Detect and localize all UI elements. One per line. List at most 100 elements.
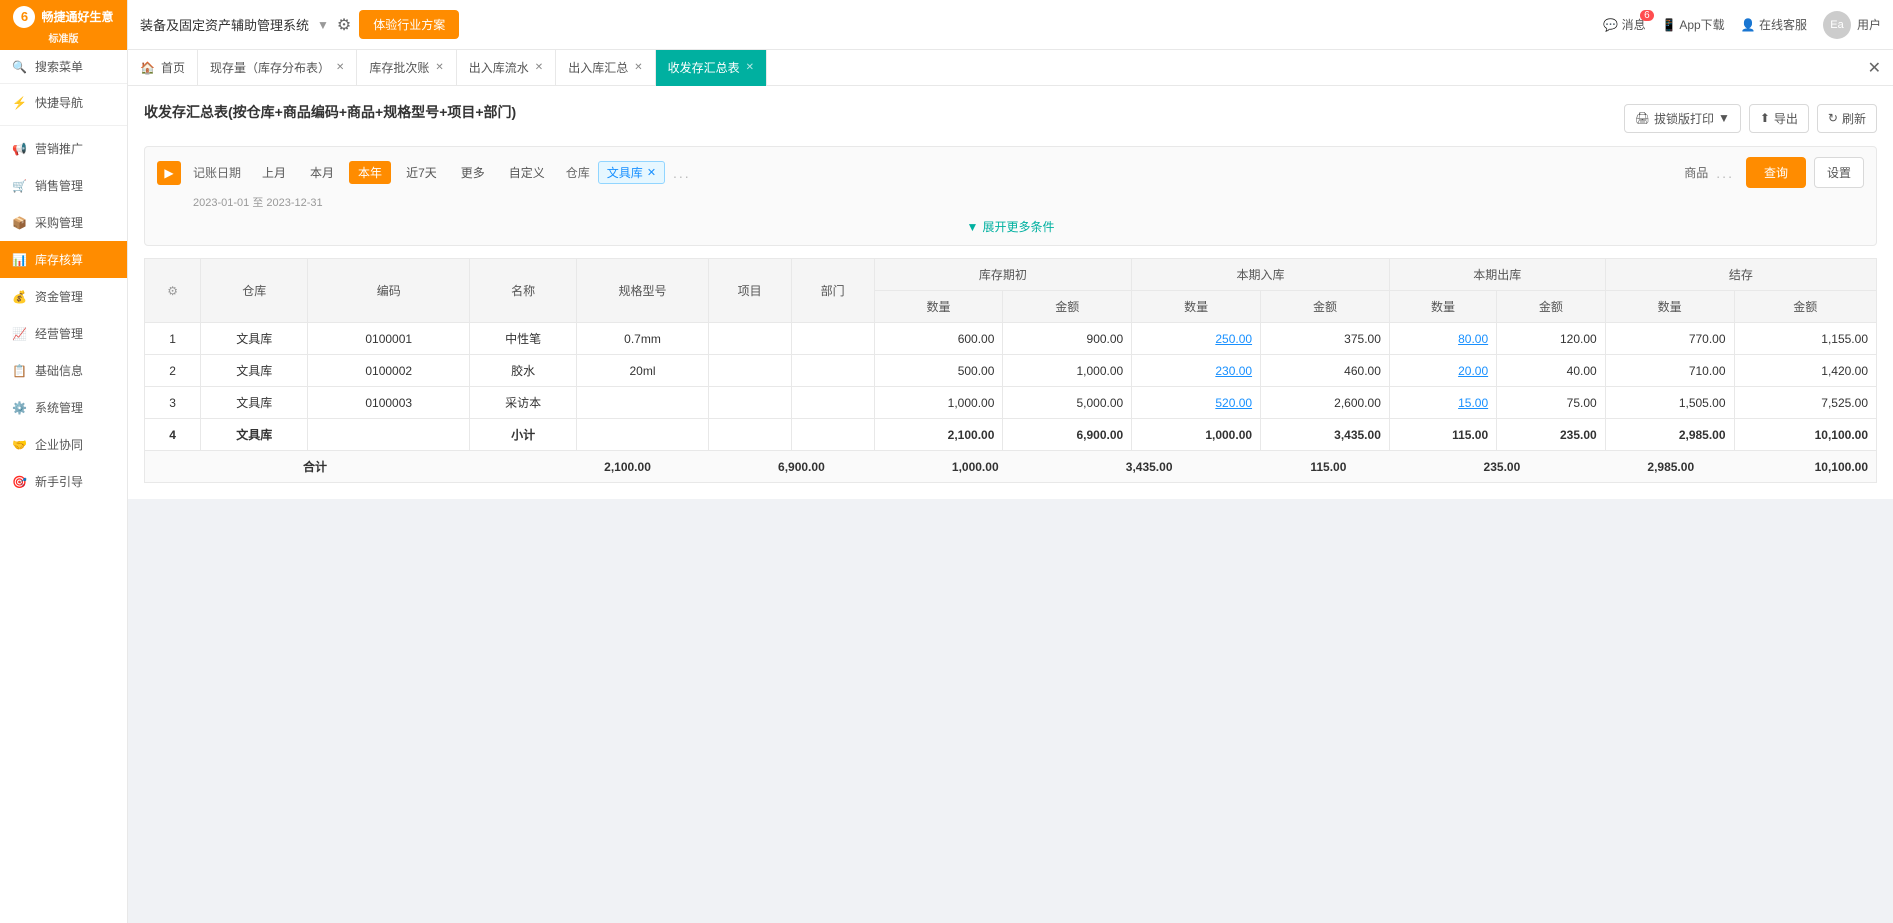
cell-warehouse: 文具库	[201, 355, 308, 387]
cell-project	[708, 355, 791, 387]
footer-bal-amt: 10,100.00	[1702, 460, 1876, 474]
sidebar-item-finance[interactable]: 💰 资金管理	[0, 278, 127, 315]
cell-in-qty[interactable]: 230.00	[1132, 355, 1261, 387]
date-prev-month-btn[interactable]: 上月	[253, 161, 295, 184]
footer-in-qty: 1,000.00	[833, 460, 1007, 474]
th-group-balance: 结存	[1605, 259, 1876, 291]
cell-out-qty-link[interactable]: 80.00	[1458, 332, 1488, 346]
sidebar-item-operations[interactable]: 📈 经营管理	[0, 315, 127, 352]
cell-in-qty[interactable]: 520.00	[1132, 387, 1261, 419]
date-custom-btn[interactable]: 自定义	[500, 161, 554, 184]
cell-name: 中性笔	[470, 323, 577, 355]
basic-icon: 📋	[12, 364, 27, 378]
cell-open-amt: 1,000.00	[1003, 355, 1132, 387]
sidebar-item-search[interactable]: 🔍 搜索菜单	[0, 50, 127, 84]
tab-flow[interactable]: 出入库流水 ✕	[457, 50, 556, 86]
sidebar-item-inventory[interactable]: 📊 库存核算	[0, 241, 127, 278]
th-balance-amt: 金额	[1734, 291, 1876, 323]
experience-btn[interactable]: 体验行业方案	[359, 10, 459, 39]
cell-bal-qty: 2,985.00	[1605, 419, 1734, 451]
date-cur-month-btn[interactable]: 本月	[301, 161, 343, 184]
print-label: 拔锁版打印	[1654, 110, 1714, 127]
quick-nav-icon: ⚡	[12, 96, 27, 110]
purchase-label: 采购管理	[35, 214, 83, 231]
cell-in-qty-link[interactable]: 250.00	[1215, 332, 1252, 346]
date-7days-btn[interactable]: 近7天	[397, 161, 446, 184]
cell-out-qty[interactable]: 80.00	[1389, 323, 1496, 355]
cell-out-qty-link[interactable]: 20.00	[1458, 364, 1488, 378]
home-icon: 🏠	[140, 61, 155, 75]
export-btn[interactable]: ⬆ 导出	[1749, 104, 1809, 133]
tab-stock-dist-close[interactable]: ✕	[336, 62, 344, 73]
cell-name: 小计	[470, 419, 577, 451]
online-service-btn[interactable]: 👤 在线客服	[1741, 16, 1807, 33]
tab-batch-close[interactable]: ✕	[435, 62, 443, 73]
cell-out-qty[interactable]: 20.00	[1389, 355, 1496, 387]
cell-in-qty-link[interactable]: 230.00	[1215, 364, 1252, 378]
cell-open-amt: 5,000.00	[1003, 387, 1132, 419]
sidebar-item-collab[interactable]: 🤝 企业协同	[0, 426, 127, 463]
cell-warehouse: 文具库	[201, 323, 308, 355]
th-in-amt: 金额	[1261, 291, 1390, 323]
tab-batch[interactable]: 库存批次账 ✕	[357, 50, 456, 86]
cell-out-qty[interactable]: 15.00	[1389, 387, 1496, 419]
marketing-icon: 📢	[12, 142, 27, 156]
filter-collapse-btn[interactable]: ▶	[157, 161, 181, 185]
tab-summary-close[interactable]: ✕	[634, 62, 642, 73]
th-opening-amt: 金额	[1003, 291, 1132, 323]
tab-summary[interactable]: 出入库汇总 ✕	[556, 50, 655, 86]
system-label: 系统管理	[35, 399, 83, 416]
query-btn[interactable]: 查询	[1746, 157, 1806, 188]
cell-open-qty: 1,000.00	[874, 387, 1003, 419]
print-btn[interactable]: 🖨 拔锁版打印 ▼	[1624, 104, 1741, 133]
marketing-label: 营销推广	[35, 140, 83, 157]
warehouse-tag-remove[interactable]: ✕	[647, 166, 656, 179]
inventory-label: 库存核算	[35, 251, 83, 268]
expand-conditions-btn[interactable]: ▼ 展开更多条件	[967, 218, 1055, 235]
warehouse-tag[interactable]: 文具库 ✕	[598, 161, 665, 184]
date-cur-year-btn[interactable]: 本年	[349, 161, 391, 184]
product-more-btn[interactable]: ...	[1716, 165, 1734, 181]
tab-bar-close-btn[interactable]: ✕	[1856, 58, 1893, 78]
cell-bal-qty: 1,505.00	[1605, 387, 1734, 419]
sidebar-item-guide[interactable]: 🎯 新手引导	[0, 463, 127, 500]
header-dropdown-icon[interactable]: ▼	[317, 18, 329, 32]
user-area[interactable]: Ea 用户	[1823, 11, 1881, 39]
tab-flow-close[interactable]: ✕	[535, 62, 543, 73]
guide-label: 新手引导	[35, 473, 83, 490]
footer-bal-qty: 2,985.00	[1528, 460, 1702, 474]
setting-btn[interactable]: 设置	[1814, 157, 1864, 188]
sidebar-item-quick-nav[interactable]: ⚡ 快捷导航	[0, 84, 127, 121]
messages-btn[interactable]: 💬 6 消息	[1603, 16, 1645, 33]
sidebar-item-sales[interactable]: 🛒 销售管理	[0, 167, 127, 204]
warehouse-more-btn[interactable]: ...	[673, 165, 691, 181]
sales-icon: 🛒	[12, 179, 27, 193]
tab-recv-send[interactable]: 收发存汇总表 ✕	[656, 50, 767, 86]
cell-in-qty-link[interactable]: 520.00	[1215, 396, 1252, 410]
tab-home[interactable]: 🏠 首页	[128, 50, 198, 86]
cell-out-qty-link[interactable]: 15.00	[1458, 396, 1488, 410]
header-left: 装备及固定资产辅助管理系统 ▼ ⚙ 体验行业方案	[140, 10, 459, 39]
user-label: 用户	[1857, 16, 1881, 33]
refresh-btn[interactable]: ↻ 刷新	[1817, 104, 1877, 133]
th-group-opening: 库存期初	[874, 259, 1132, 291]
tab-stock-dist[interactable]: 现存量（库存分布表） ✕	[198, 50, 357, 86]
sidebar-item-system[interactable]: ⚙️ 系统管理	[0, 389, 127, 426]
sidebar: 6 畅捷通好生意 标准版 🔍 搜索菜单 ⚡ 快捷导航 📢 营销推广 🛒 销售管理…	[0, 0, 128, 923]
cell-in-qty[interactable]: 250.00	[1132, 323, 1261, 355]
sidebar-item-purchase[interactable]: 📦 采购管理	[0, 204, 127, 241]
operations-label: 经营管理	[35, 325, 83, 342]
sidebar-item-basic[interactable]: 📋 基础信息	[0, 352, 127, 389]
date-range-row: 2023-01-01 至 2023-12-31	[193, 192, 1864, 210]
tab-recv-send-close[interactable]: ✕	[746, 62, 754, 73]
header-gear-icon[interactable]: ⚙	[337, 15, 351, 35]
app-download-btn[interactable]: 📱 App下载	[1662, 16, 1725, 33]
cell-no: 1	[145, 323, 201, 355]
th-settings[interactable]: ⚙	[145, 259, 201, 323]
date-more-btn[interactable]: 更多	[452, 161, 494, 184]
warehouse-filter-label: 仓库	[566, 164, 590, 181]
footer-label: 合计	[145, 458, 485, 475]
sidebar-item-marketing[interactable]: 📢 营销推广	[0, 130, 127, 167]
avatar-text: Ea	[1830, 19, 1843, 31]
collab-icon: 🤝	[12, 438, 27, 452]
